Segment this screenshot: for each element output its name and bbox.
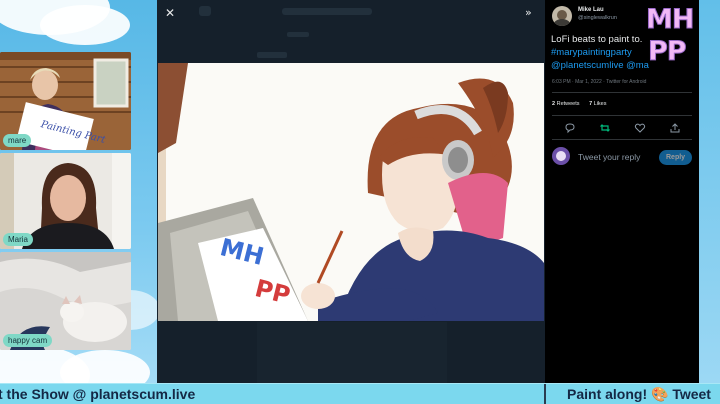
ticker-right-text: Paint along! 🎨 Tweet bbox=[567, 386, 711, 402]
divider bbox=[552, 92, 692, 93]
retweet-icon[interactable] bbox=[599, 122, 611, 134]
reply-avatar bbox=[552, 147, 570, 165]
like-icon[interactable] bbox=[634, 122, 646, 134]
painting-illustration bbox=[158, 63, 544, 321]
reply-input[interactable]: Tweet your reply bbox=[578, 152, 640, 162]
logo-line2: PP bbox=[648, 36, 688, 68]
close-icon[interactable]: ✕ bbox=[165, 6, 175, 20]
reply-icon[interactable] bbox=[564, 122, 576, 134]
webcam-mare: Painting Part mare bbox=[0, 52, 131, 150]
tweet-author-name[interactable]: Mike Lau bbox=[578, 7, 604, 13]
webcam-happy-cam: happy cam bbox=[0, 252, 131, 350]
tweet-timestamp: 6:03 PM · Mar 1, 2022 · Twitter for Andr… bbox=[552, 79, 647, 85]
tweet-author-handle[interactable]: @singlewalkrun bbox=[578, 15, 617, 21]
mention-link-planetscumlive[interactable]: @planetscumlive bbox=[551, 60, 623, 71]
avatar[interactable] bbox=[552, 6, 572, 26]
ticker-left-text: t the Show @ planetscum.live bbox=[0, 386, 196, 402]
retweet-count[interactable]: 2 Retweets bbox=[552, 101, 580, 107]
cam-label-mare: mare bbox=[3, 134, 32, 147]
logo-line1: MH bbox=[645, 4, 694, 36]
ticker-divider bbox=[544, 384, 546, 404]
divider bbox=[552, 139, 692, 140]
cam-label-happy-cam: happy cam bbox=[3, 334, 53, 347]
tweet-photo-painting[interactable]: MH PP bbox=[158, 63, 544, 321]
webcam-maria: Maria bbox=[0, 153, 131, 249]
reply-button[interactable]: Reply bbox=[659, 150, 693, 165]
divider bbox=[552, 115, 692, 116]
expand-panel-icon[interactable]: » bbox=[525, 6, 532, 19]
like-count[interactable]: 7 Likes bbox=[589, 101, 606, 107]
share-icon[interactable] bbox=[669, 122, 681, 134]
bottom-ticker: t the Show @ planetscum.live Paint along… bbox=[0, 383, 720, 404]
right-sky-strip bbox=[699, 0, 720, 383]
cam-label-maria: Maria bbox=[3, 233, 34, 246]
tweet-stats: 2 Retweets 7 Likes bbox=[552, 101, 607, 107]
tweet-actions bbox=[552, 122, 692, 134]
